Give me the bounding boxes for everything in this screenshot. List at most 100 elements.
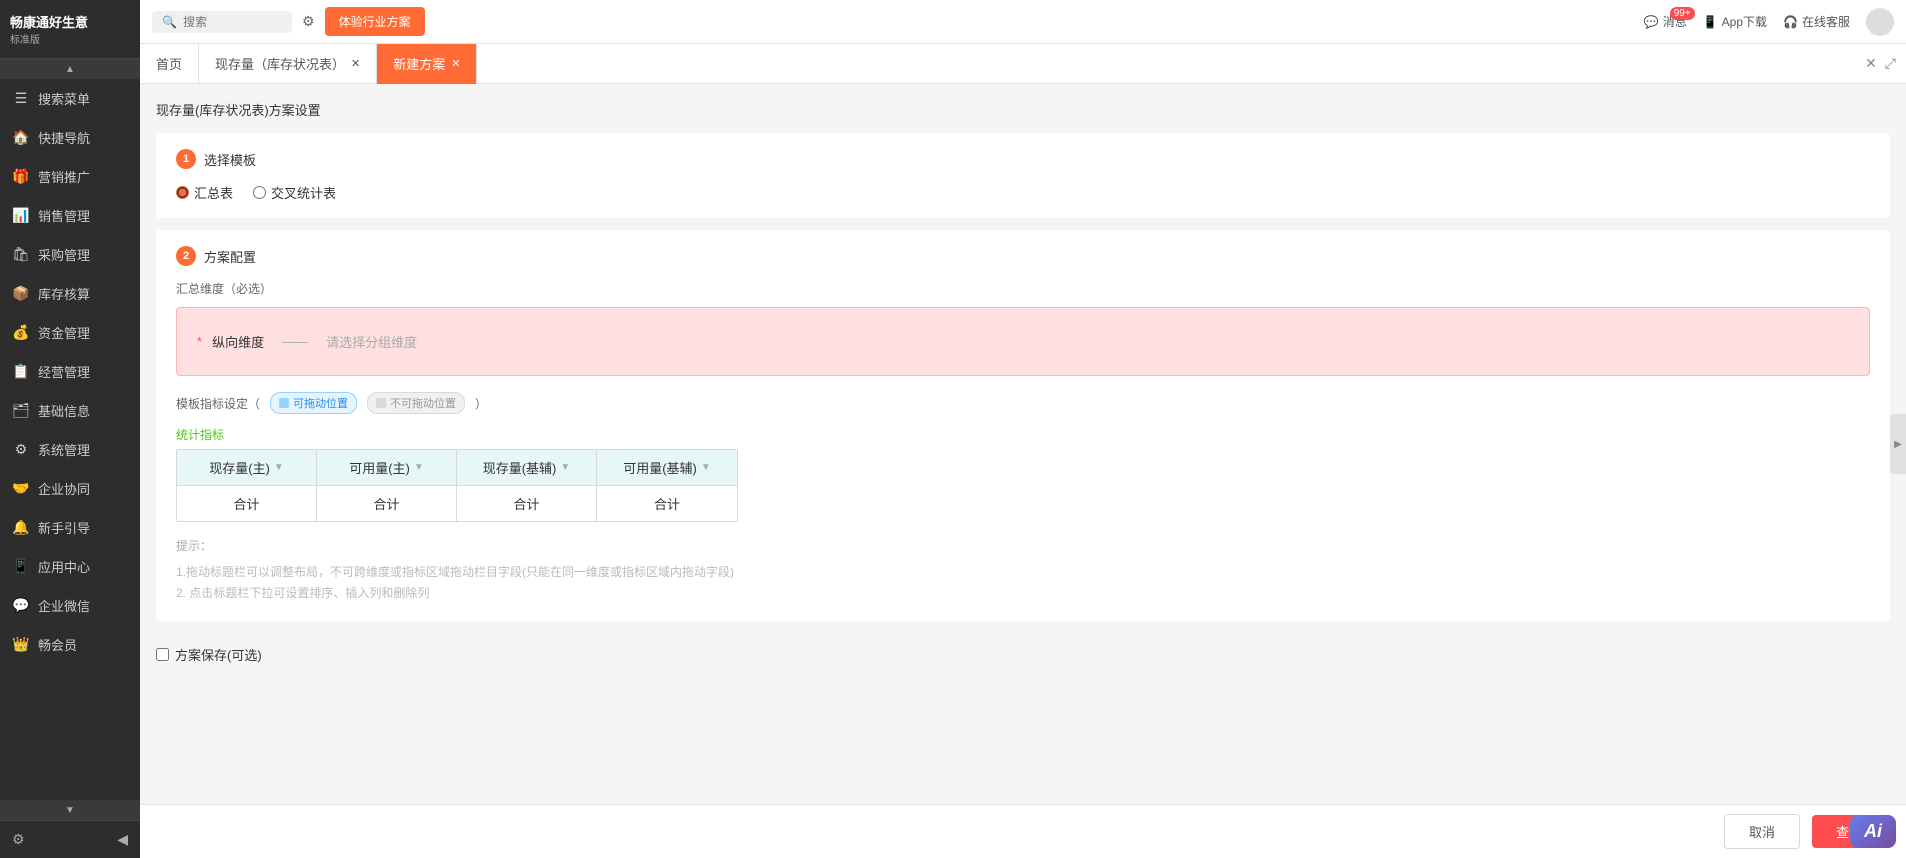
tip-2-text: 2. 点击标题栏下拉可设置排序、插入列和删除列 <box>176 583 429 605</box>
topbar: 🔍 ⚙ 体验行业方案 💬 消息 99+ 📱 App下载 🎧 在线客服 <box>140 0 1906 44</box>
sidebar-item-system[interactable]: ⚙ 系统管理 <box>0 430 140 469</box>
tab-inventory-close[interactable]: ✕ <box>351 57 360 70</box>
sidebar-item-inventory[interactable]: 📦 库存核算 <box>0 274 140 313</box>
app-icon: 📱 <box>1703 15 1718 29</box>
search-box[interactable]: 🔍 <box>152 11 292 33</box>
tab-new-plan-label: 新建方案 <box>393 54 445 73</box>
tab-expand-icon[interactable]: ⤢ <box>1885 55 1896 72</box>
radio-cross-input[interactable] <box>253 186 266 199</box>
crown-icon: 👑 <box>12 636 30 653</box>
tip-line-1: 1.拖动标题栏可以调整布局，不可跨维度或指标区域拖动栏目字段(只能在同一维度或指… <box>176 562 1870 584</box>
dimension-placeholder[interactable]: 请选择分组维度 <box>326 332 417 351</box>
stats-col-header-3: 可用量(基辅) ▼ <box>597 450 737 486</box>
sidebar-item-wechat[interactable]: 💬 企业微信 <box>0 586 140 625</box>
message-icon: 💬 <box>1644 15 1659 29</box>
app-version: 标准版 <box>10 31 130 46</box>
settings-icon[interactable]: ⚙ <box>12 831 25 848</box>
tip-1-text: 1.拖动标题栏可以调整布局，不可跨维度或指标区域拖动栏目字段(只能在同一维度或指… <box>176 562 734 584</box>
dimension-label: 纵向维度 <box>212 332 264 351</box>
sidebar-item-sales[interactable]: 📊 销售管理 <box>0 196 140 235</box>
stats-col-3: 可用量(基辅) ▼ <box>597 450 737 486</box>
col-header-label-1: 可用量(主) <box>349 458 410 477</box>
sidebar-item-purchase[interactable]: 🛍 采购管理 <box>0 235 140 274</box>
sidebar-item-label: 快捷导航 <box>38 128 90 147</box>
tips-header: 提示： <box>176 536 1870 558</box>
save-option-label: 方案保存(可选) <box>175 645 262 664</box>
radio-cross[interactable]: 交叉统计表 <box>253 183 336 202</box>
stats-col-header-2: 现存量(基辅) ▼ <box>457 450 596 486</box>
sidebar-item-cooperation[interactable]: 🤝 企业协同 <box>0 469 140 508</box>
chevron-down-icon-3[interactable]: ▼ <box>701 462 711 473</box>
sidebar-item-operations[interactable]: 📋 经营管理 <box>0 352 140 391</box>
topbar-gear-icon[interactable]: ⚙ <box>302 13 315 30</box>
sidebar-item-basic-info[interactable]: 🗂 基础信息 <box>0 391 140 430</box>
tab-close-icon[interactable]: ✕ <box>1865 55 1877 72</box>
dimension-dash: —— <box>282 334 308 349</box>
chevron-down-icon-0[interactable]: ▼ <box>274 462 284 473</box>
tabs-bar: 首页 现存量（库存状况表） ✕ 新建方案 ✕ ✕ ⤢ <box>140 44 1906 84</box>
sidebar: 畅康通好生意 标准版 ▲ ☰ 搜索菜单 🏠 快捷导航 🎁 营销推广 📊 销售管理… <box>0 0 140 858</box>
sidebar-item-label: 新手引导 <box>38 518 90 537</box>
sidebar-item-label: 资金管理 <box>38 323 90 342</box>
sidebar-item-label: 企业协同 <box>38 479 90 498</box>
stats-body-col-3: 合计 <box>597 486 737 521</box>
indicator-label: 模板指标设定（ 可拖动位置 不可拖动位置 ） <box>176 392 1870 414</box>
sidebar-item-finance[interactable]: 💰 资金管理 <box>0 313 140 352</box>
user-avatar[interactable] <box>1866 8 1894 36</box>
sidebar-item-marketing[interactable]: 🎁 营销推广 <box>0 157 140 196</box>
sidebar-scroll-down[interactable]: ▼ <box>0 800 140 820</box>
dimension-box: * 纵向维度 —— 请选择分组维度 <box>176 307 1870 376</box>
app-download-button[interactable]: 📱 App下载 <box>1703 13 1767 30</box>
tab-new-plan-close[interactable]: ✕ <box>451 57 460 70</box>
stats-table-header: 现存量(主) ▼ 可用量(主) ▼ 现存量(基辅) ▼ <box>177 450 737 486</box>
tab-area-icons: ✕ ⤢ <box>1865 55 1906 72</box>
required-star: * <box>197 334 202 349</box>
sidebar-item-label: 采购管理 <box>38 245 90 264</box>
stats-cell-1: 合计 <box>317 486 456 521</box>
sidebar-item-app-center[interactable]: 📱 应用中心 <box>0 547 140 586</box>
service-label: 在线客服 <box>1802 13 1850 30</box>
stats-col-1: 可用量(主) ▼ <box>317 450 457 486</box>
save-checkbox[interactable] <box>156 648 169 661</box>
money-icon: 💰 <box>12 324 30 341</box>
indicator-settings: 模板指标设定（ 可拖动位置 不可拖动位置 ） <box>176 392 1870 414</box>
stats-cell-0: 合计 <box>177 486 316 521</box>
chevron-down-icon-2[interactable]: ▼ <box>560 462 570 473</box>
app-name: 畅康通好生意 <box>10 12 130 31</box>
sidebar-nav: ☰ 搜索菜单 🏠 快捷导航 🎁 营销推广 📊 销售管理 🛍 采购管理 📦 库存核… <box>0 79 140 800</box>
tab-inventory-status[interactable]: 现存量（库存状况表） ✕ <box>199 44 377 84</box>
online-service-button[interactable]: 🎧 在线客服 <box>1783 13 1850 30</box>
clipboard-icon: 📋 <box>12 363 30 380</box>
stats-cell-3: 合计 <box>597 486 737 521</box>
save-option: 方案保存(可选) <box>156 633 1890 676</box>
sidebar-item-search-menu[interactable]: ☰ 搜索菜单 <box>0 79 140 118</box>
sidebar-item-label: 企业微信 <box>38 596 90 615</box>
col-header-label-2: 现存量(基辅) <box>483 458 557 477</box>
sidebar-item-new-guide[interactable]: 🔔 新手引导 <box>0 508 140 547</box>
tab-inventory-label: 现存量（库存状况表） <box>215 54 345 73</box>
non-draggable-label: 不可拖动位置 <box>390 395 456 411</box>
sidebar-scroll-up[interactable]: ▲ <box>0 59 140 79</box>
search-input[interactable] <box>183 15 263 29</box>
tab-new-plan[interactable]: 新建方案 ✕ <box>377 44 477 84</box>
step1-title: 选择模板 <box>204 150 256 169</box>
cancel-button[interactable]: 取消 <box>1724 814 1800 849</box>
right-panel-toggle[interactable]: ▶ <box>1890 414 1906 474</box>
stats-table: 现存量(主) ▼ 可用量(主) ▼ 现存量(基辅) ▼ <box>176 449 738 522</box>
gift-icon: 🎁 <box>12 168 30 185</box>
radio-summary-input[interactable] <box>176 186 189 199</box>
ai-badge[interactable]: Ai <box>1850 815 1896 848</box>
col-header-label-3: 可用量(基辅) <box>623 458 697 477</box>
message-button[interactable]: 💬 消息 99+ <box>1644 13 1687 30</box>
mobile-icon: 📱 <box>12 558 30 575</box>
radio-summary-label: 汇总表 <box>194 183 233 202</box>
chevron-down-icon-1[interactable]: ▼ <box>414 462 424 473</box>
sidebar-footer: ⚙ ◀ <box>0 820 140 858</box>
trial-button[interactable]: 体验行业方案 <box>325 7 425 36</box>
tab-home[interactable]: 首页 <box>140 44 199 84</box>
collapse-icon[interactable]: ◀ <box>117 831 128 848</box>
sidebar-item-quick-nav[interactable]: 🏠 快捷导航 <box>0 118 140 157</box>
sidebar-item-vip[interactable]: 👑 畅会员 <box>0 625 140 664</box>
message-badge: 99+ <box>1670 7 1695 20</box>
radio-summary[interactable]: 汇总表 <box>176 183 233 202</box>
